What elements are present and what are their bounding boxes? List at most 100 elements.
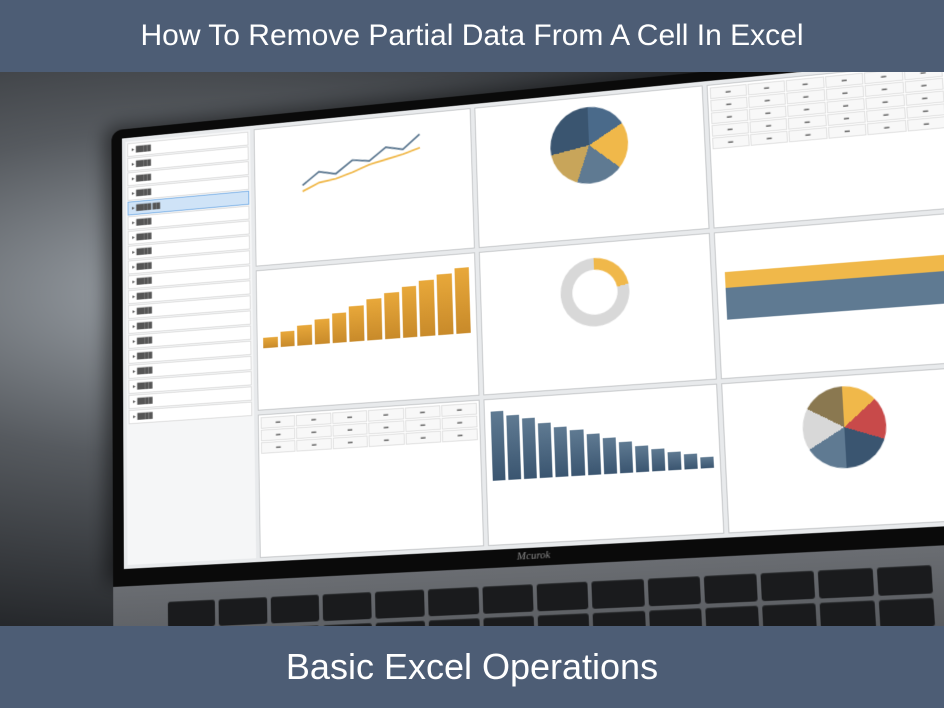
bar [297, 325, 312, 346]
grid-cell: ▬ [404, 405, 440, 419]
grid-cell: ▬ [332, 410, 367, 424]
key [428, 587, 479, 617]
bar [454, 267, 471, 334]
key [482, 584, 533, 614]
bar [700, 457, 714, 469]
header-banner: How To Remove Partial Data From A Cell I… [0, 0, 944, 72]
area-chart-panel [713, 212, 944, 379]
bar [419, 280, 435, 337]
donut-chart [559, 255, 630, 329]
hero-image: ▸ ████ ▸ ████ ▸ ████ ▸ ████ ▸ ████ ██ ▸ … [0, 72, 944, 626]
key [537, 582, 589, 612]
bar-chart-panel-2 [484, 384, 724, 546]
grid-cell: ▬ [297, 438, 332, 452]
bar-chart-ascending [257, 253, 477, 356]
key [647, 576, 701, 606]
key [705, 606, 759, 626]
grid-cell: ▬ [750, 131, 788, 146]
bar [436, 274, 453, 336]
bar [522, 418, 537, 479]
key [878, 598, 935, 626]
grid-cell: ▬ [296, 425, 331, 439]
bar [507, 415, 522, 480]
grid-cell: ▬ [405, 418, 441, 432]
data-grid: ▬▬▬▬▬▬ ▬▬▬▬▬▬ ▬▬▬▬▬▬ [259, 401, 481, 456]
footer-banner: Basic Excel Operations [0, 626, 944, 708]
grid-cell: ▬ [867, 120, 906, 135]
bar [538, 422, 553, 478]
grid-cell: ▬ [828, 123, 867, 138]
pie-chart-2 [801, 384, 889, 471]
grid-cell: ▬ [405, 431, 441, 445]
pie-chart-panel-1 [475, 85, 710, 248]
grid-cell: ▬ [441, 415, 477, 429]
grid-cell: ▬ [368, 408, 404, 422]
bar [349, 305, 364, 342]
grid-cell: ▬ [442, 428, 478, 442]
key [538, 613, 590, 626]
bar [667, 451, 681, 470]
screen-bezel: ▸ ████ ▸ ████ ▸ ████ ▸ ████ ▸ ████ ██ ▸ … [111, 72, 944, 587]
bar [554, 426, 569, 477]
bar [618, 441, 632, 473]
grid-cell: ▬ [441, 403, 477, 417]
data-grid-panel-1: ▬▬▬▬▬▬ ▬▬▬▬▬▬ ▬▬▬▬▬▬ ▬▬▬▬▬▬ ▬▬▬▬▬▬ [706, 72, 944, 229]
key [219, 597, 267, 626]
line-chart-svg [260, 115, 467, 207]
key [429, 618, 480, 626]
key [483, 616, 535, 626]
key [593, 611, 646, 626]
key [820, 600, 876, 626]
bar [602, 438, 616, 474]
key [592, 579, 645, 609]
bar [586, 434, 601, 475]
grid-cell: ▬ [712, 134, 750, 149]
key [375, 589, 425, 618]
pie-chart-1 [549, 103, 630, 187]
laptop-illustration: ▸ ████ ▸ ████ ▸ ████ ▸ ████ ▸ ████ ██ ▸ … [111, 72, 944, 626]
bar-chart-descending [485, 385, 720, 489]
laptop-screen: ▸ ████ ▸ ████ ▸ ████ ▸ ████ ▸ ████ ██ ▸ … [122, 72, 944, 569]
bar-chart-panel-1 [256, 252, 480, 411]
key [322, 592, 371, 621]
grid-cell: ▬ [296, 413, 331, 427]
grid-cell: ▬ [907, 116, 944, 131]
laptop-brand-text: Mcurok [517, 549, 551, 563]
key [818, 568, 874, 599]
grid-cell: ▬ [261, 440, 296, 454]
bar [280, 330, 295, 347]
grid-cell: ▬ [261, 415, 296, 429]
spreadsheet-sidebar: ▸ ████ ▸ ████ ▸ ████ ▸ ████ ▸ ████ ██ ▸ … [125, 130, 256, 565]
bar [570, 430, 585, 477]
key [168, 599, 216, 626]
bar [651, 448, 665, 471]
line-chart-panel [254, 108, 476, 267]
grid-cell: ▬ [332, 423, 367, 437]
header-title: How To Remove Partial Data From A Cell I… [140, 19, 803, 53]
bar [332, 312, 347, 343]
donut-chart-panel [479, 233, 716, 396]
bar [384, 292, 400, 339]
key [270, 595, 319, 624]
grid-cell: ▬ [369, 433, 405, 447]
pie-chart-panel-2 [721, 367, 944, 534]
grid-cell: ▬ [368, 420, 404, 434]
key [877, 565, 933, 596]
footer-title: Basic Excel Operations [286, 646, 658, 688]
key [704, 573, 758, 603]
key [649, 608, 703, 626]
key [761, 571, 816, 602]
bar [491, 411, 506, 481]
data-grid: ▬▬▬▬▬▬ ▬▬▬▬▬▬ ▬▬▬▬▬▬ ▬▬▬▬▬▬ ▬▬▬▬▬▬ [707, 72, 944, 151]
line-chart [255, 109, 473, 213]
grid-cell: ▬ [789, 127, 828, 142]
bar [263, 337, 278, 349]
grid-cell: ▬ [332, 435, 367, 449]
key [762, 603, 817, 626]
bar [635, 446, 649, 473]
data-grid-panel-2: ▬▬▬▬▬▬ ▬▬▬▬▬▬ ▬▬▬▬▬▬ [258, 400, 485, 558]
bar [684, 454, 698, 470]
bar [315, 319, 330, 345]
grid-cell: ▬ [261, 428, 296, 442]
area-chart [723, 222, 944, 319]
